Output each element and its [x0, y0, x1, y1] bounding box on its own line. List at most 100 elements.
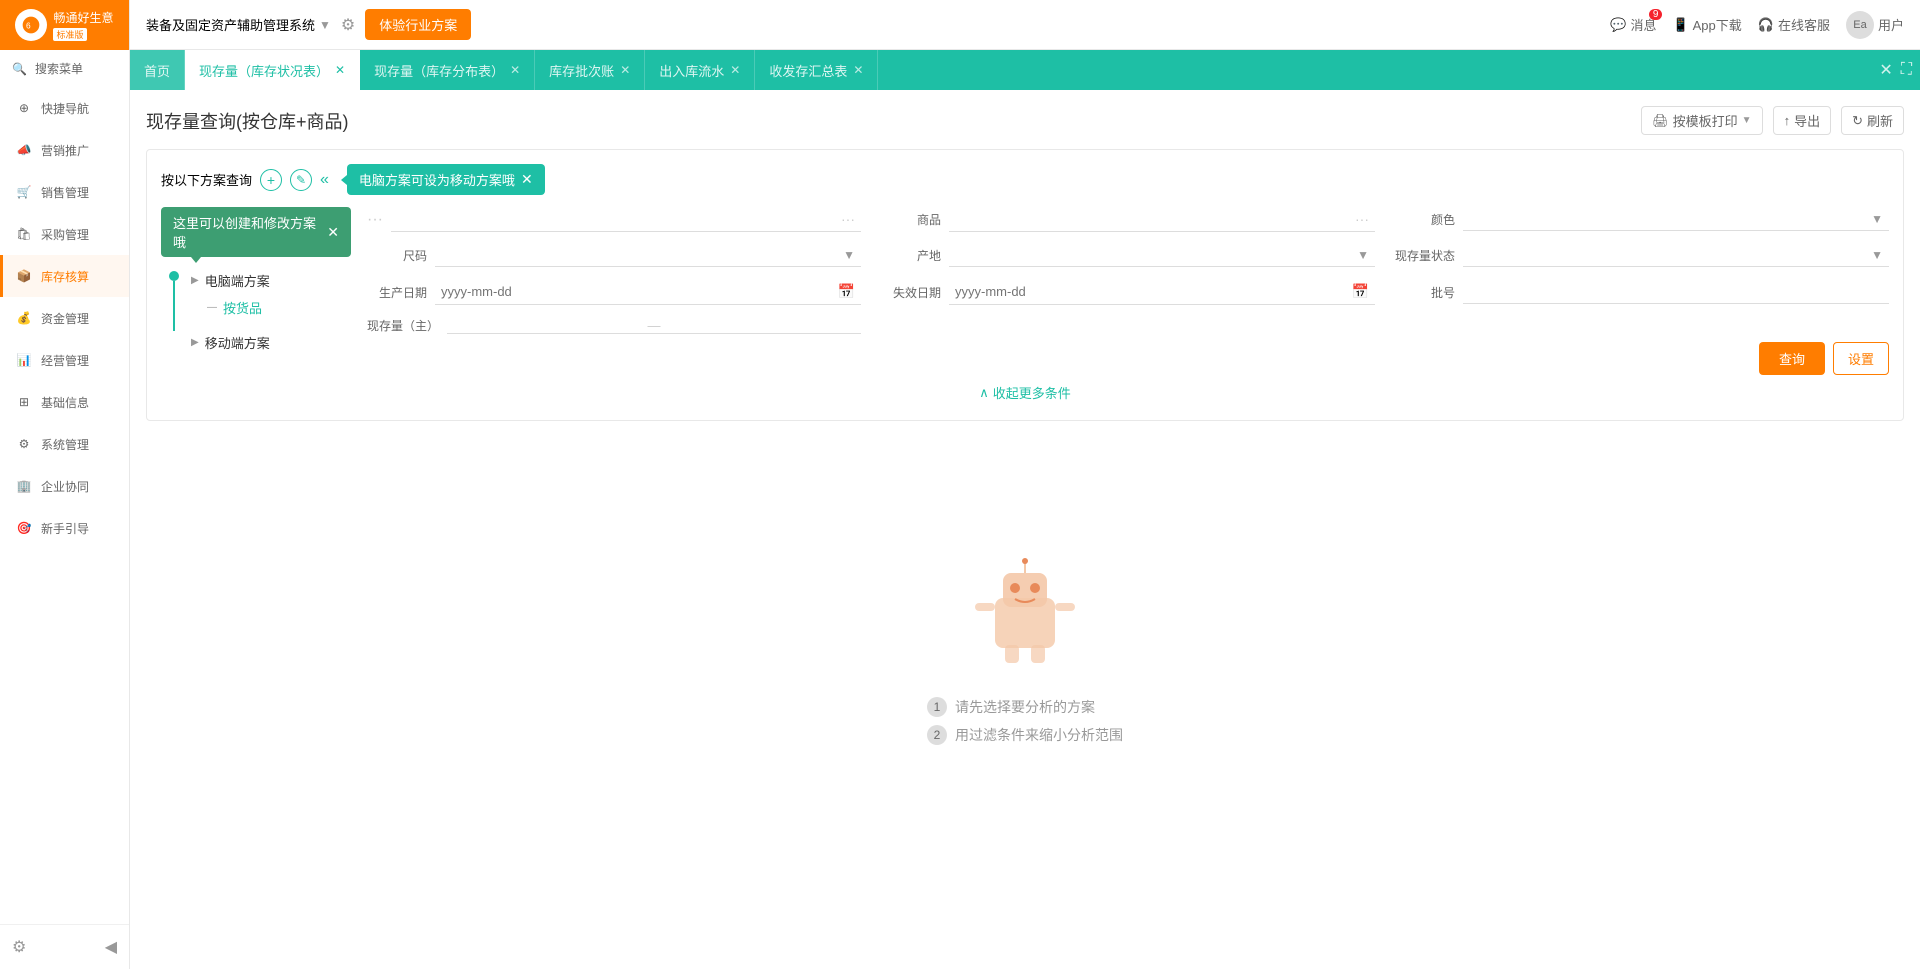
warehouse-select[interactable]: ···	[391, 207, 861, 232]
tab-inventory-dist[interactable]: 现存量（库存分布表） ✕	[360, 50, 535, 90]
scheme-add-btn[interactable]: +	[260, 169, 282, 191]
scheme-form-wrapper: 这里可以创建和修改方案哦 ✕ ▶	[161, 207, 1889, 375]
tab-batch-close[interactable]: ✕	[620, 63, 630, 77]
collapse-label: 收起更多条件	[993, 383, 1071, 402]
tooltip2-close[interactable]: ✕	[327, 224, 339, 241]
tab-inout[interactable]: 出入库流水 ✕	[645, 50, 755, 90]
sidebar-item-finance[interactable]: 💰 资金管理	[0, 297, 129, 339]
expiry-date-field[interactable]	[955, 284, 1348, 299]
tab-inventory-status[interactable]: 现存量（库存状况表） ✕	[185, 50, 360, 90]
stock-main-from[interactable]	[447, 318, 644, 333]
tooltip2-text: 这里可以创建和修改方案哦	[173, 213, 321, 251]
scheme-edit-btn[interactable]: ✎	[290, 169, 312, 191]
scheme-desktop-tree[interactable]: ▶ 电脑端方案	[183, 267, 351, 294]
color-select[interactable]: ▼	[1463, 208, 1889, 231]
main-area: 装备及固定资产辅助管理系统 ▼ ⚙ 体验行业方案 💬 消息 9 📱 App下载 …	[130, 0, 1920, 969]
sidebar-item-quicknav[interactable]: ⊕ 快捷导航	[0, 87, 129, 129]
sidebar-inventory-label: 库存核算	[41, 268, 89, 285]
settings-icon: ⚙	[15, 435, 33, 453]
goods-select[interactable]: ···	[949, 207, 1375, 232]
sidebar-item-purchase[interactable]: 🛍 采购管理	[0, 213, 129, 255]
app-label: App下载	[1693, 15, 1742, 34]
refresh-btn[interactable]: ↻ 刷新	[1841, 106, 1904, 135]
sidebar-basic-label: 基础信息	[41, 394, 89, 411]
search-icon: 🔍	[12, 62, 27, 76]
sidebar-item-marketing[interactable]: 📣 营销推广	[0, 129, 129, 171]
tab-inout-close[interactable]: ✕	[730, 63, 740, 77]
headset-icon: 🎧	[1758, 17, 1774, 33]
search-header: 按以下方案查询 + ✎ « 电脑方案可设为移动方案哦 ✕	[161, 164, 1889, 195]
sidebar-item-operations[interactable]: 📊 经营管理	[0, 339, 129, 381]
header-user[interactable]: Ea 用户	[1846, 11, 1904, 39]
sidebar-item-search[interactable]: 🔍 搜索菜单	[0, 50, 129, 87]
production-date-input[interactable]: 📅	[435, 279, 861, 305]
step2-num: 2	[927, 725, 947, 745]
page-title: 现存量查询(按仓库+商品)	[146, 108, 349, 134]
sidebar-item-guide[interactable]: 🎯 新手引导	[0, 507, 129, 549]
scheme-item-huopin[interactable]: — 按货品	[199, 294, 351, 321]
stock-status-select[interactable]: ▼	[1463, 244, 1889, 267]
print-btn[interactable]: 🖨 按模板打印 ▼	[1641, 106, 1762, 135]
sidebar-item-system[interactable]: ⚙ 系统管理	[0, 423, 129, 465]
guide-line-vertical	[173, 281, 175, 331]
tab-inventory-dist-label: 现存量（库存分布表）	[374, 61, 504, 80]
batch-no-field[interactable]	[1463, 280, 1889, 304]
form-size: 尺码 ▼	[367, 244, 861, 267]
scheme-tree: ▶ 电脑端方案 — 按货品 ▶	[183, 267, 351, 356]
stock-main-to[interactable]	[665, 318, 862, 333]
warehouse-dots[interactable]: ···	[367, 211, 383, 229]
settings-bottom-icon[interactable]: ⚙	[12, 937, 26, 957]
tab-inventory-dist-close[interactable]: ✕	[510, 63, 520, 77]
production-date-calendar-icon[interactable]: 📅	[838, 283, 855, 300]
scheme-mobile-tree[interactable]: ▶ 移动端方案	[183, 329, 351, 356]
header-app-download[interactable]: 📱 App下载	[1672, 15, 1741, 34]
scheme-desktop-children: — 按货品	[183, 294, 351, 321]
header-msg[interactable]: 💬 消息 9	[1610, 15, 1656, 34]
reset-btn[interactable]: 设置	[1833, 342, 1889, 375]
expiry-date-input[interactable]: 📅	[949, 279, 1375, 305]
collapse-btn[interactable]: ∧ 收起更多条件	[161, 375, 1889, 406]
tab-receive-summary-close[interactable]: ✕	[853, 63, 863, 77]
scheme-desktop-label: 电脑端方案	[205, 271, 270, 290]
header-service[interactable]: 🎧 在线客服	[1758, 15, 1830, 34]
expiry-date-calendar-icon[interactable]: 📅	[1352, 283, 1369, 300]
tab-home[interactable]: 首页	[130, 50, 185, 90]
print-label: 按模板打印	[1673, 111, 1738, 130]
header-settings-icon[interactable]: ⚙	[341, 15, 355, 35]
sidebar-item-inventory[interactable]: 📦 库存核算	[0, 255, 129, 297]
sidebar-quicknav-label: 快捷导航	[41, 100, 89, 117]
collapse-arrow-icon: ∧	[979, 385, 989, 401]
size-label: 尺码	[367, 247, 427, 264]
origin-select[interactable]: ▼	[949, 244, 1375, 267]
expiry-date-label: 失效日期	[881, 284, 941, 301]
sidebar-item-enterprise[interactable]: 🏢 企业协同	[0, 465, 129, 507]
form-production-date: 生产日期 📅	[367, 279, 861, 305]
system-title[interactable]: 装备及固定资产辅助管理系统 ▼	[146, 15, 331, 34]
tab-fullscreen-icon[interactable]: ⛶	[1901, 61, 1912, 79]
tab-close-all-icon[interactable]: ✕	[1879, 60, 1892, 80]
sidebar-item-basic[interactable]: ⊞ 基础信息	[0, 381, 129, 423]
tooltip1-close[interactable]: ✕	[521, 171, 533, 188]
export-btn[interactable]: ↑ 导出	[1773, 106, 1832, 135]
size-select[interactable]: ▼	[435, 244, 861, 267]
form-origin: 产地 ▼	[881, 244, 1375, 267]
tab-receive-summary[interactable]: 收发存汇总表 ✕	[755, 50, 878, 90]
chevron-down-icon: ▼	[319, 18, 331, 32]
scheme-back-btn[interactable]: «	[320, 171, 329, 189]
sidebar-item-sales[interactable]: 🛒 销售管理	[0, 171, 129, 213]
form-goods: 商品 ···	[881, 207, 1375, 232]
collapse-sidebar-icon[interactable]: ◀	[105, 937, 117, 957]
tab-batch[interactable]: 库存批次账 ✕	[535, 50, 645, 90]
sidebar-purchase-label: 采购管理	[41, 226, 89, 243]
money-icon: 💰	[15, 309, 33, 327]
empty-steps-list: 1 请先选择要分析的方案 2 用过滤条件来缩小分析范围	[927, 697, 1123, 753]
stock-status-label: 现存量状态	[1395, 247, 1455, 264]
tab-inventory-status-close[interactable]: ✕	[335, 63, 345, 77]
refresh-icon: ↻	[1852, 113, 1863, 129]
goods-dots-icon: ···	[1355, 211, 1369, 227]
export-icon: ↑	[1784, 113, 1791, 128]
production-date-field[interactable]	[441, 284, 834, 299]
export-label: 导出	[1794, 111, 1820, 130]
query-btn[interactable]: 查询	[1759, 342, 1825, 375]
trial-btn[interactable]: 体验行业方案	[365, 9, 471, 40]
